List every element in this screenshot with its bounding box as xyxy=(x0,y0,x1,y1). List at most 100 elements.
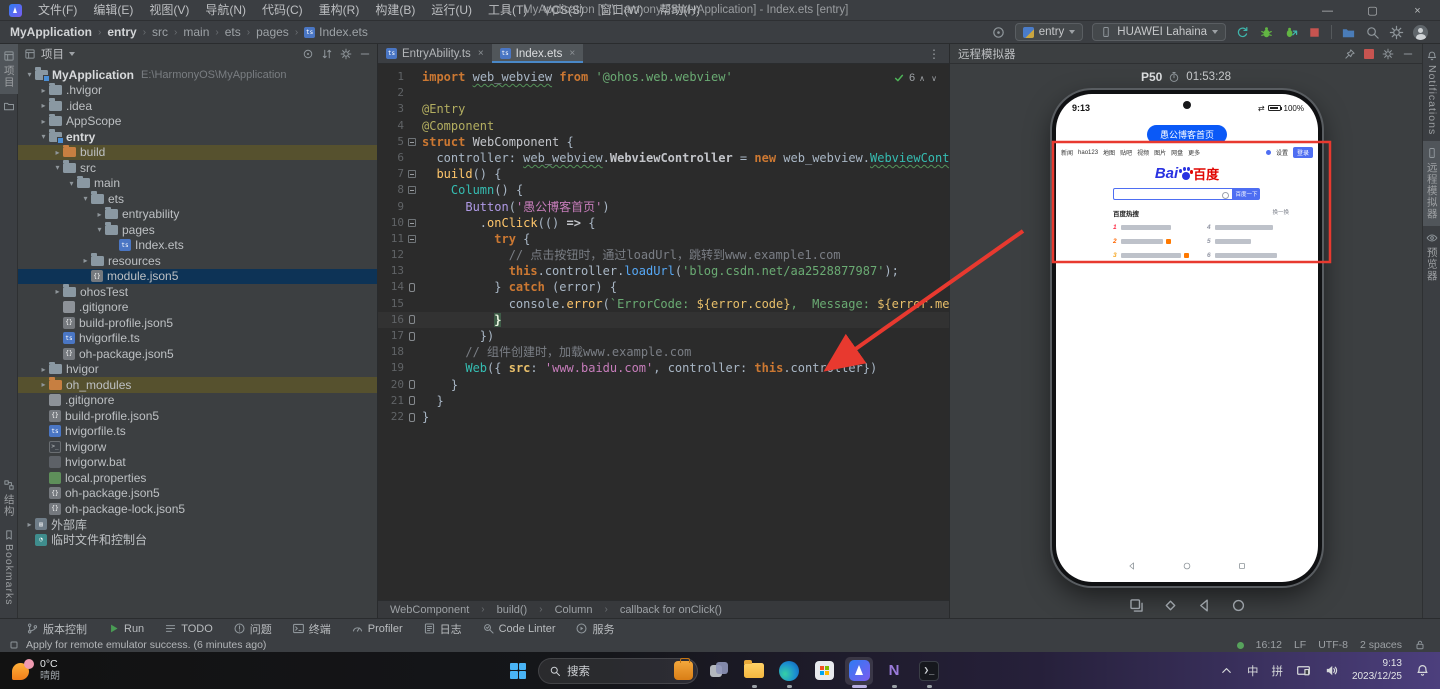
breadcrumb-item[interactable]: pages xyxy=(256,25,289,39)
code-line[interactable]: 3 @Entry xyxy=(378,101,949,117)
chevron-collapsed-icon[interactable]: ▸ xyxy=(80,256,91,265)
fold-icon[interactable] xyxy=(407,170,416,179)
chevron-expanded-icon[interactable]: ▾ xyxy=(24,70,35,79)
chevron-collapsed-icon[interactable]: ▸ xyxy=(52,287,63,296)
chevUp-icon[interactable] xyxy=(1219,663,1234,678)
chevron-expanded-icon[interactable]: ▾ xyxy=(80,194,91,203)
tool-window-button-Run[interactable]: Run xyxy=(107,622,144,635)
tool-strip-button-远程模拟器[interactable]: 远程模拟器 xyxy=(1422,141,1440,226)
minus-icon[interactable] xyxy=(1402,48,1414,60)
taskbar-app-task-view[interactable] xyxy=(705,657,733,685)
tray-clock[interactable]: 9:13 2023/12/25 xyxy=(1352,658,1402,683)
tree-item[interactable]: .gitignore xyxy=(18,393,377,409)
screenshot-target-icon[interactable] xyxy=(991,25,1006,40)
search-icon[interactable] xyxy=(1365,25,1380,40)
chevron-expanded-icon[interactable]: ▾ xyxy=(66,179,77,188)
maximize-button[interactable]: ▢ xyxy=(1350,0,1395,21)
chevron-down-icon[interactable] xyxy=(69,52,75,56)
tab-entryability[interactable]: ts EntryAbility.ts × xyxy=(378,44,492,63)
tool-strip-button-预览器[interactable]: 预览器 xyxy=(1423,226,1440,288)
baidu-nav-link[interactable]: hao123 xyxy=(1078,150,1098,156)
tree-item[interactable]: {} oh-package-lock.json5 xyxy=(18,501,377,517)
code-line[interactable]: 1 import web_webview from '@ohos.web.webv… xyxy=(378,69,949,85)
emulator-home-icon[interactable] xyxy=(1230,597,1247,614)
gear-icon[interactable] xyxy=(1382,48,1394,60)
inspection-widget[interactable]: 6 ∧ ∨ xyxy=(893,72,939,84)
fold-icon[interactable] xyxy=(407,234,416,243)
code-line[interactable]: 21 } xyxy=(378,393,949,409)
bug-icon[interactable] xyxy=(1259,25,1274,40)
tree-item[interactable]: ▸ build xyxy=(18,144,377,160)
baidu-nav-link[interactable]: 地图 xyxy=(1103,148,1115,157)
tree-item[interactable]: {} build-profile.json5 xyxy=(18,315,377,331)
baidu-search-input[interactable] xyxy=(1113,188,1233,200)
tree-item[interactable]: {} build-profile.json5 xyxy=(18,408,377,424)
tree-item[interactable]: ▸ resources xyxy=(18,253,377,269)
fold-icon[interactable] xyxy=(407,186,416,195)
hot-search-item[interactable]: 5 xyxy=(1207,238,1289,245)
harmony-button[interactable]: 愚公博客首页 xyxy=(1146,125,1228,144)
baidu-nav-link[interactable]: 网盘 xyxy=(1171,148,1183,157)
baidu-webview[interactable]: 新闻 hao123 地图 贴吧 视频 图片 网盘 更多 设置 登录 Bai 百度 百度一下 xyxy=(1056,143,1318,263)
chevron-expanded-icon[interactable]: ▾ xyxy=(94,225,105,234)
editor-breadcrumb-item[interactable]: callback for onClick() xyxy=(620,604,722,616)
event-log-icon[interactable] xyxy=(8,639,20,651)
tree-item[interactable]: ▸ .idea xyxy=(18,98,377,114)
tree-item[interactable]: ▾ pages xyxy=(18,222,377,238)
code-line[interactable]: 22} xyxy=(378,409,949,425)
tree-item[interactable]: ts hvigorfile.ts xyxy=(18,424,377,440)
taskbar-app-store[interactable] xyxy=(810,657,838,685)
code-line[interactable]: 4 @Component xyxy=(378,118,949,134)
target-icon[interactable] xyxy=(302,48,314,60)
menu-item[interactable]: 视图(V) xyxy=(141,0,197,21)
taskbar-app-terminal[interactable]: ❯_ xyxy=(915,657,943,688)
ime-中[interactable]: 中 xyxy=(1247,663,1259,679)
tool-window-button-版本控制[interactable]: 版本控制 xyxy=(26,621,87,637)
tree-item[interactable]: ▸ .hvigor xyxy=(18,82,377,99)
code-line[interactable]: 14 } catch (error) { xyxy=(378,279,949,295)
hot-search-item[interactable]: 4 xyxy=(1207,224,1289,231)
gear-icon[interactable] xyxy=(1389,25,1404,40)
back-icon[interactable] xyxy=(1127,561,1137,571)
tool-strip-button-项目[interactable]: 项目 xyxy=(0,44,18,94)
tool-strip-button-结构[interactable]: 结构 xyxy=(0,473,18,523)
baidu-search-button[interactable]: 百度一下 xyxy=(1233,188,1260,200)
weather-widget[interactable]: 0°C 晴朗 xyxy=(10,658,60,684)
chevron-collapsed-icon[interactable]: ▸ xyxy=(24,520,35,529)
code-line[interactable]: 16 } xyxy=(378,311,949,328)
pin-icon[interactable] xyxy=(1344,48,1356,60)
code-line[interactable]: 15 console.error(`ErrorCode: ${error.cod… xyxy=(378,296,949,312)
tree-item[interactable]: {} oh-package.json5 xyxy=(18,346,377,362)
taskbar-app-deveco[interactable] xyxy=(845,656,873,688)
file-encoding[interactable]: UTF-8 xyxy=(1318,639,1348,651)
tree-item[interactable]: hvigorw.bat xyxy=(18,455,377,471)
tool-window-button-Profiler[interactable]: Profiler xyxy=(351,622,403,635)
tool-strip-button-Bookmarks[interactable]: Bookmarks xyxy=(0,523,18,612)
stop-icon[interactable] xyxy=(1307,25,1322,40)
baidu-nav-link[interactable]: 贴吧 xyxy=(1120,148,1132,157)
baidu-nav-link[interactable]: 视频 xyxy=(1137,148,1149,157)
close-button[interactable]: × xyxy=(1395,0,1440,21)
baidu-nav-link[interactable]: 更多 xyxy=(1188,148,1200,157)
chevron-collapsed-icon[interactable]: ▸ xyxy=(38,117,49,126)
menu-item[interactable]: 代码(C) xyxy=(254,0,311,21)
taskbar-app-edge[interactable] xyxy=(775,657,803,688)
tool-strip-button-Notifications[interactable]: Notifications xyxy=(1423,44,1440,141)
menu-item[interactable]: 构建(B) xyxy=(367,0,423,21)
breadcrumb-item[interactable]: ets xyxy=(225,25,241,39)
hot-search-item[interactable]: 6 xyxy=(1207,252,1289,259)
more-tabs-icon[interactable]: ⋮ xyxy=(920,44,949,63)
ime-拼[interactable]: 拼 xyxy=(1271,663,1283,679)
baidu-nav-link[interactable]: 新闻 xyxy=(1061,148,1073,157)
hot-search-item[interactable]: 2 xyxy=(1113,238,1195,245)
cast-icon[interactable] xyxy=(1296,663,1311,678)
tree-item[interactable]: {} module.json5 xyxy=(18,268,377,284)
chevron-collapsed-icon[interactable]: ▸ xyxy=(52,148,63,157)
tree-item[interactable]: ▸ ▤ 外部库 xyxy=(18,517,377,533)
profiler-icon[interactable] xyxy=(1283,25,1298,40)
code-editor[interactable]: 6 ∧ ∨ 1 import web_webview from '@ohos.we… xyxy=(378,64,949,600)
speaker-icon[interactable] xyxy=(1324,663,1339,678)
chevron-collapsed-icon[interactable]: ▸ xyxy=(38,365,49,374)
code-line[interactable]: 8 Column() { xyxy=(378,182,949,198)
tree-item[interactable]: ▾ main xyxy=(18,175,377,192)
